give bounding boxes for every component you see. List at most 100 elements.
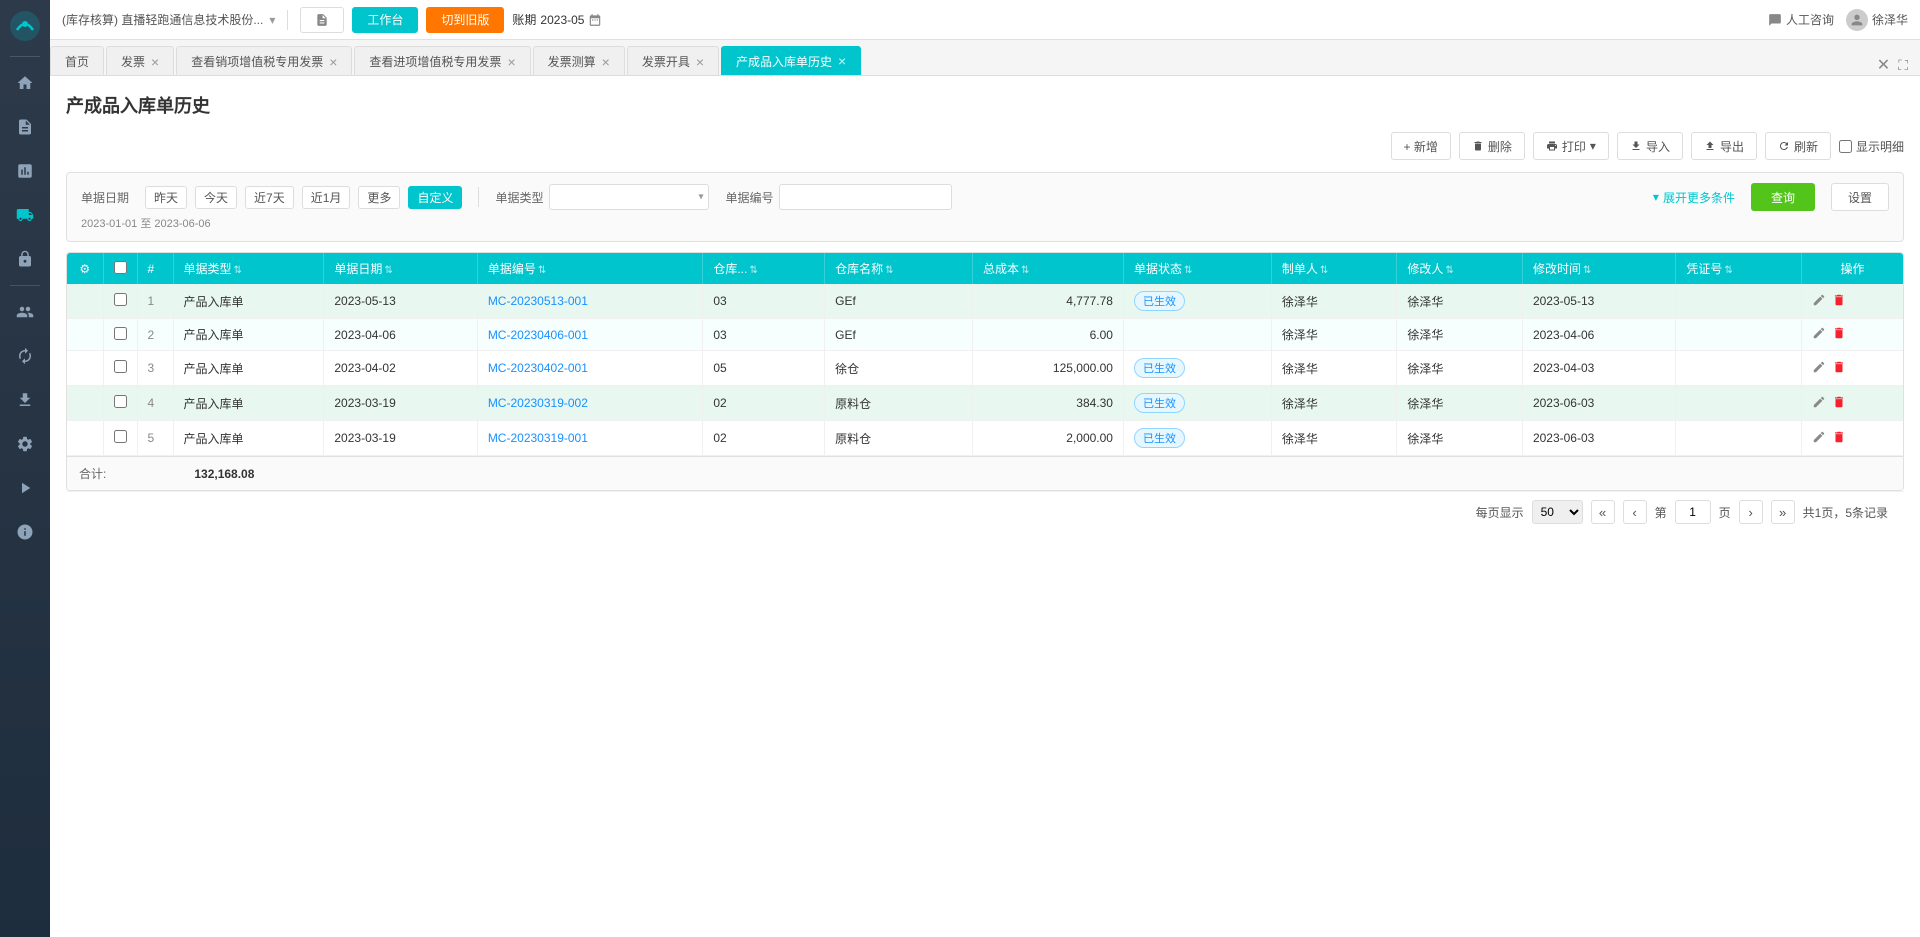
tab-close-check-sales-vat[interactable]: × [329,55,337,69]
delete-btn[interactable]: 删除 [1459,132,1525,160]
date-btn-7days[interactable]: 近7天 [245,186,294,209]
row-checkbox-2[interactable] [114,360,127,373]
row-edit-icon[interactable] [1812,326,1826,343]
th-modify-time[interactable]: 修改时间⇅ [1522,253,1675,284]
tab-close-product-inbound-history[interactable]: × [838,54,846,68]
th-warehouse-name[interactable]: 仓库名称⇅ [825,253,973,284]
th-warehouse-code[interactable]: 仓库...⇅ [703,253,825,284]
row-delete-icon[interactable] [1832,430,1846,447]
row-delete-icon[interactable] [1832,360,1846,377]
sidebar-item-chart[interactable] [5,151,45,191]
th-settings[interactable]: ⚙ [67,253,103,284]
th-date[interactable]: 单据日期⇅ [324,253,477,284]
refresh-btn[interactable]: 刷新 [1765,132,1831,160]
last-page-btn[interactable]: » [1771,500,1795,524]
print-dropdown-icon[interactable]: ▾ [1590,139,1596,153]
row-number[interactable]: MC-20230406-001 [477,319,703,351]
sidebar-item-people[interactable] [5,292,45,332]
th-type[interactable]: 单据类型⇅ [173,253,324,284]
row-checkbox-4[interactable] [114,430,127,443]
first-page-btn[interactable]: « [1591,500,1615,524]
print-btn[interactable]: 打印 ▾ [1533,132,1609,160]
show-detail-toggle[interactable]: 显示明细 [1839,138,1904,155]
type-filter-select[interactable]: 产品入库单 [549,184,709,210]
th-status[interactable]: 单据状态⇅ [1123,253,1271,284]
row-number-link[interactable]: MC-20230402-001 [488,361,588,375]
page-number-input[interactable] [1675,500,1711,524]
row-checkbox-0[interactable] [114,293,127,306]
doc-btn[interactable] [300,7,344,33]
sidebar-item-warehouse[interactable] [5,195,45,235]
import-btn[interactable]: 导入 [1617,132,1683,160]
date-btn-custom[interactable]: 自定义 [408,186,462,209]
sidebar-item-version[interactable] [5,512,45,552]
workbench-btn[interactable]: 工作台 [352,7,418,33]
th-modifier[interactable]: 修改人⇅ [1397,253,1523,284]
th-voucher[interactable]: 凭证号⇅ [1676,253,1802,284]
date-btn-yesterday[interactable]: 昨天 [145,186,187,209]
row-number-link[interactable]: MC-20230319-001 [488,431,588,445]
sidebar-item-home[interactable] [5,63,45,103]
tab-close-invoice-calc[interactable]: × [602,55,610,69]
row-number-link[interactable]: MC-20230513-001 [488,294,588,308]
date-btn-1month[interactable]: 近1月 [302,186,351,209]
row-edit-icon[interactable] [1812,360,1826,377]
row-number-link[interactable]: MC-20230406-001 [488,328,588,342]
th-creator[interactable]: 制单人⇅ [1271,253,1397,284]
export-btn[interactable]: 导出 [1691,132,1757,160]
tab-check-purchase-vat[interactable]: 查看进项增值税专用发票 × [354,46,530,76]
row-number[interactable]: MC-20230402-001 [477,351,703,386]
sidebar-item-download[interactable] [5,380,45,420]
row-delete-icon[interactable] [1832,293,1846,310]
tab-product-inbound-history[interactable]: 产成品入库单历史 × [721,46,861,76]
row-checkbox-3[interactable] [114,395,127,408]
sidebar-item-play[interactable] [5,468,45,508]
query-btn[interactable]: 查询 [1751,183,1815,211]
row-number[interactable]: MC-20230319-001 [477,421,703,456]
fullscreen-btn[interactable]: ⛶ [1898,57,1908,74]
row-number[interactable]: MC-20230513-001 [477,284,703,319]
tab-home[interactable]: 首页 [50,46,104,76]
tab-check-sales-vat[interactable]: 查看销项增值税专用发票 × [176,46,352,76]
tab-close-invoice[interactable]: × [151,55,159,69]
row-checkbox-1[interactable] [114,327,127,340]
tab-invoice[interactable]: 发票 × [106,46,174,76]
status-badge: 已生效 [1134,393,1185,413]
row-edit-icon[interactable] [1812,293,1826,310]
row-delete-icon[interactable] [1832,395,1846,412]
tab-close-invoice-open[interactable]: × [696,55,704,69]
th-number[interactable]: 单据编号⇅ [477,253,703,284]
select-all-checkbox[interactable] [114,261,127,274]
sidebar-item-settings[interactable] [5,424,45,464]
support-link[interactable]: 人工咨询 [1768,11,1834,28]
brand-dropdown-icon[interactable]: ▾ [269,13,275,27]
th-total-cost[interactable]: 总成本⇅ [973,253,1124,284]
settings-icon[interactable]: ⚙ [79,262,90,276]
switch-old-btn[interactable]: 切到旧版 [426,7,504,33]
tab-close-check-purchase-vat[interactable]: × [507,55,515,69]
row-number-link[interactable]: MC-20230319-002 [488,396,588,410]
expand-conditions-btn[interactable]: ▾ 展开更多条件 [1653,189,1735,206]
tab-invoice-calc[interactable]: 发票测算 × [533,46,625,76]
th-checkbox[interactable] [103,253,137,284]
close-all-tabs-btn[interactable]: ✕ [1877,55,1890,75]
reset-btn[interactable]: 设置 [1831,183,1889,211]
row-number[interactable]: MC-20230319-002 [477,386,703,421]
sidebar-item-refresh[interactable] [5,336,45,376]
sidebar-item-invoice[interactable] [5,107,45,147]
next-page-btn[interactable]: › [1739,500,1763,524]
show-detail-checkbox[interactable] [1839,140,1852,153]
date-btn-today[interactable]: 今天 [195,186,237,209]
tab-invoice-open[interactable]: 发票开具 × [627,46,719,76]
sidebar-item-lock[interactable] [5,239,45,279]
row-edit-icon[interactable] [1812,395,1826,412]
per-page-select[interactable]: 20 50 100 200 [1532,500,1583,524]
prev-page-btn[interactable]: ‹ [1623,500,1647,524]
total-label: 合计: [79,465,106,482]
number-filter-input[interactable] [779,184,952,210]
new-btn[interactable]: + 新增 [1391,132,1451,160]
row-edit-icon[interactable] [1812,430,1826,447]
topbar-brand: (库存核算) 直播轻跑通信息技术股份... ▾ [62,11,275,28]
row-delete-icon[interactable] [1832,326,1846,343]
date-btn-more[interactable]: 更多 [358,186,400,209]
